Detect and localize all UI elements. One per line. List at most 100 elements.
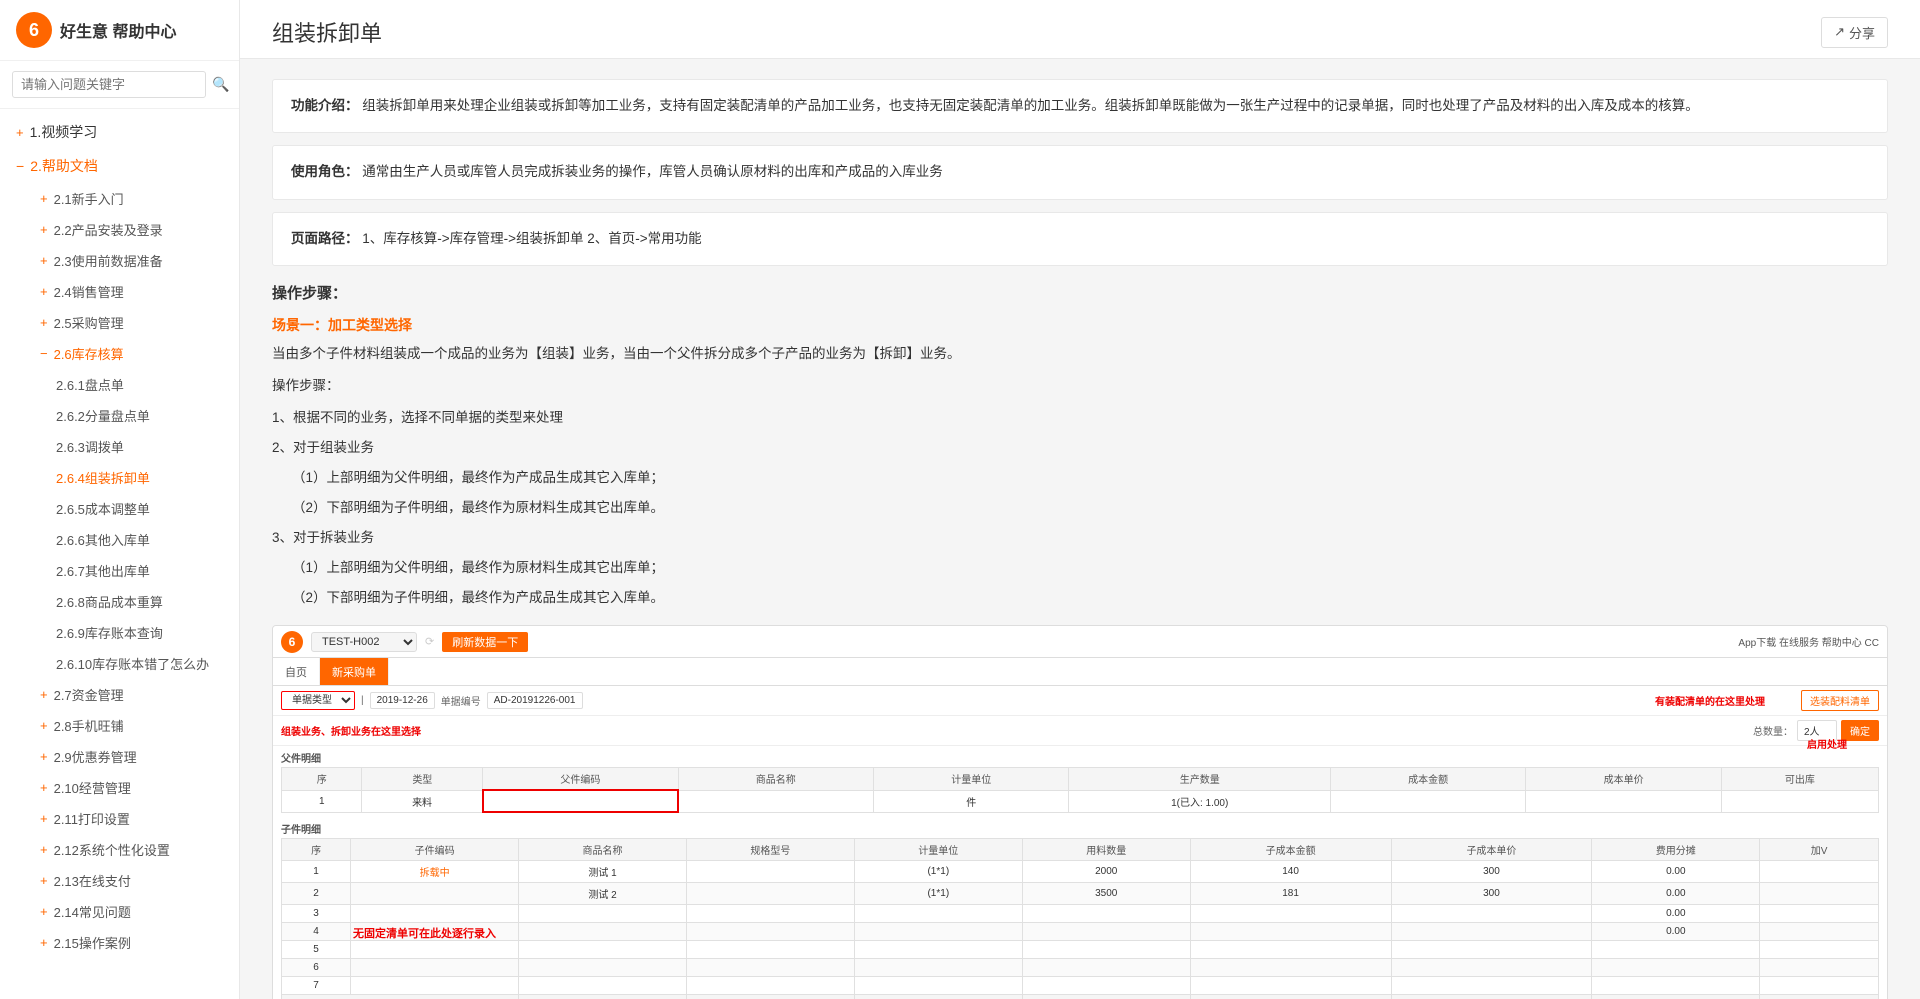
step3: 3、对于拆装业务 [272,524,1888,551]
sidebar-item-coupon[interactable]: + 2.9优惠券管理 [24,741,239,772]
cell-unit: 件 [874,790,1069,812]
col-parent-code: 父件编码 [483,768,678,791]
sidebar-item-partial-stocktake[interactable]: 2.6.2分量盘点单 [40,400,239,431]
search-button[interactable]: 🔍 [212,76,229,93]
docs-sub-menu: + 2.1新手入门 + 2.2产品安装及登录 + 2.3使用前数据准备 + 2.… [0,183,239,958]
expand-icon: + [40,687,48,702]
sidebar-item-assembly[interactable]: 2.6.4组装拆卸单 [40,462,239,493]
cell-unit2: (1*1) [854,883,1022,905]
sidebar-item-transfer[interactable]: 2.6.3调拨单 [40,431,239,462]
erp-annotation-type2: 组装业务、拆卸业务在这里选择 [281,723,421,738]
sidebar-item-faq[interactable]: + 2.14常见问题 [24,896,239,927]
sidebar-item-videos[interactable]: + 1.视频学习 [0,115,239,149]
sidebar-item-cost-recalc[interactable]: 2.6.8商品成本重算 [40,586,239,617]
col2-seq: 序 [282,839,351,861]
erp-company-select[interactable]: TEST-H002 [311,632,417,652]
sidebar-item-other-out[interactable]: 2.6.7其他出库单 [40,555,239,586]
nav-label: 2.14常见问题 [54,902,131,921]
erp-table1: 序 类型 父件编码 商品名称 计量单位 生产数量 成本金额 成本单价 可出库 [281,767,1879,813]
cell-cost-price [1526,790,1721,812]
sidebar-item-other-in[interactable]: 2.6.6其他入库单 [40,524,239,555]
erp-mock-inner: 6 TEST-H002 ⟳ 刷新数据一下 App下载 在线服务 帮助中心 CC … [273,626,1887,999]
step2b: （2）下部明细为子件明细，最终作为原材料生成其它出库单。 [292,494,1888,521]
erp-table2-title: 子件明细 [281,821,1879,836]
sidebar-item-cost-adjust[interactable]: 2.6.5成本调整单 [40,493,239,524]
nav-label: 2.6库存核算 [54,344,124,363]
sidebar-item-docs[interactable]: − 2.帮助文档 [0,149,239,183]
sidebar-item-sales[interactable]: + 2.4销售管理 [24,276,239,307]
col2-unit: 计量单位 [854,839,1022,861]
table-row: 1 来料 件 1(已入: 1.00) [282,790,1879,812]
path-box: 页面路径： 1、库存核算->库存管理->组装拆卸单 2、首页->常用功能 [272,212,1888,266]
sidebar-item-finance[interactable]: + 2.7资金管理 [24,679,239,710]
erp-tab-home[interactable]: 自页 [273,658,320,685]
path-text: 1、库存核算->库存管理->组装拆卸单 2、首页->常用功能 [362,231,701,246]
sidebar-item-stocktake[interactable]: 2.6.1盘点单 [40,369,239,400]
footer-col8 [1592,995,1760,999]
nav-label: 2.5采购管理 [54,313,124,332]
sidebar-item-install[interactable]: + 2.2产品安装及登录 [24,214,239,245]
sidebar-item-cases[interactable]: + 2.15操作案例 [24,927,239,958]
col-cost-amt: 成本金额 [1330,768,1525,791]
erp-sub-toolbar: 组装业务、拆卸业务在这里选择 总数量： 2人 启用处理 确定 [273,716,1887,746]
step2: 2、对于组装业务 [272,434,1888,461]
cell-usage2: 3500 [1022,883,1190,905]
cell-name2: 测试 2 [519,883,687,905]
nav-label: 2.12系统个性化设置 [54,840,170,859]
expand-icon: + [40,749,48,764]
col-cost-price: 成本单价 [1526,768,1721,791]
search-input[interactable] [12,71,206,98]
role-label: 使用角色： [291,164,359,179]
erp-bom-btn[interactable]: 选装配料清单 [1801,690,1879,711]
expand-icon: + [40,780,48,795]
ops-title: 操作步骤： [272,282,1888,303]
erp-type-select[interactable]: 单据类型 组装单 [281,691,355,710]
erp-topbar-icons: App下载 在线服务 帮助中心 CC [1738,634,1879,649]
expand-icon: + [40,935,48,950]
cell-prod: 1(已入: 1.00) [1069,790,1331,812]
nav-label: 2.15操作案例 [54,933,131,952]
erp-refresh-btn[interactable]: 刷新数据一下 [442,632,528,652]
step3b: （2）下部明细为子件明细，最终作为产成品生成其它入库单。 [292,584,1888,611]
erp-annotation-proc: 启用处理 [1807,736,1847,751]
path-label: 页面路径： [291,231,359,246]
col-avail: 可出库 [1721,768,1878,791]
nav-label: 2.1新手入门 [54,189,124,208]
sidebar-item-online-pay[interactable]: + 2.13在线支付 [24,865,239,896]
erp-tab-purchase[interactable]: 新采购单 [320,658,389,685]
nav-label: 2.3使用前数据准备 [54,251,163,270]
nav-tree: + 1.视频学习 − 2.帮助文档 + 2.1新手入门 + 2.2产品安装及登录… [0,109,239,999]
step3a: （1）上部明细为父件明细，最终作为原材料生成其它出库单； [292,554,1888,581]
col2-name: 商品名称 [519,839,687,861]
nav-label: 2.4销售管理 [54,282,124,301]
footer-col9: 99.00 [1760,995,1879,999]
share-button[interactable]: ↗ 分享 [1821,17,1888,48]
cell-avail [1721,790,1878,812]
nav-label: 2.9优惠券管理 [54,747,137,766]
sidebar-item-label: 2.帮助文档 [30,156,98,176]
col2-child-price: 子成本单价 [1391,839,1592,861]
sidebar-item-inventory[interactable]: − 2.6库存核算 [24,338,239,369]
sidebar-item-purchase[interactable]: + 2.5采购管理 [24,307,239,338]
nav-label: 2.8手机旺铺 [54,716,124,735]
sidebar-item-custom[interactable]: + 2.12系统个性化设置 [24,834,239,865]
col2-child-cost: 子成本金额 [1190,839,1391,861]
expand-icon: + [40,191,48,206]
sidebar-item-label: 1.视频学习 [30,122,98,142]
func-intro-label: 功能介绍： [291,98,359,113]
sidebar-item-stock-ledger[interactable]: 2.6.9库存账本查询 [40,617,239,648]
expand-icon: + [40,315,48,330]
sidebar-item-data-prep[interactable]: + 2.3使用前数据准备 [24,245,239,276]
erp-date-field: 2019-12-26 [370,692,435,709]
sidebar-item-stock-error[interactable]: 2.6.10库存账本错了怎么办 [40,648,239,679]
nav-label: 2.13在线支付 [54,871,131,890]
cell-seq: 2 [282,883,351,905]
table-row: 30.00 [282,905,1879,923]
sidebar-item-newbie[interactable]: + 2.1新手入门 [24,183,239,214]
share-label: 分享 [1849,23,1875,42]
cell-code2: 拆载中 [351,861,519,883]
sidebar-item-print[interactable]: + 2.11打印设置 [24,803,239,834]
sidebar-item-mobile[interactable]: + 2.8手机旺铺 [24,710,239,741]
sidebar-item-ops[interactable]: + 2.10经营管理 [24,772,239,803]
collapse-icon: − [40,346,48,361]
